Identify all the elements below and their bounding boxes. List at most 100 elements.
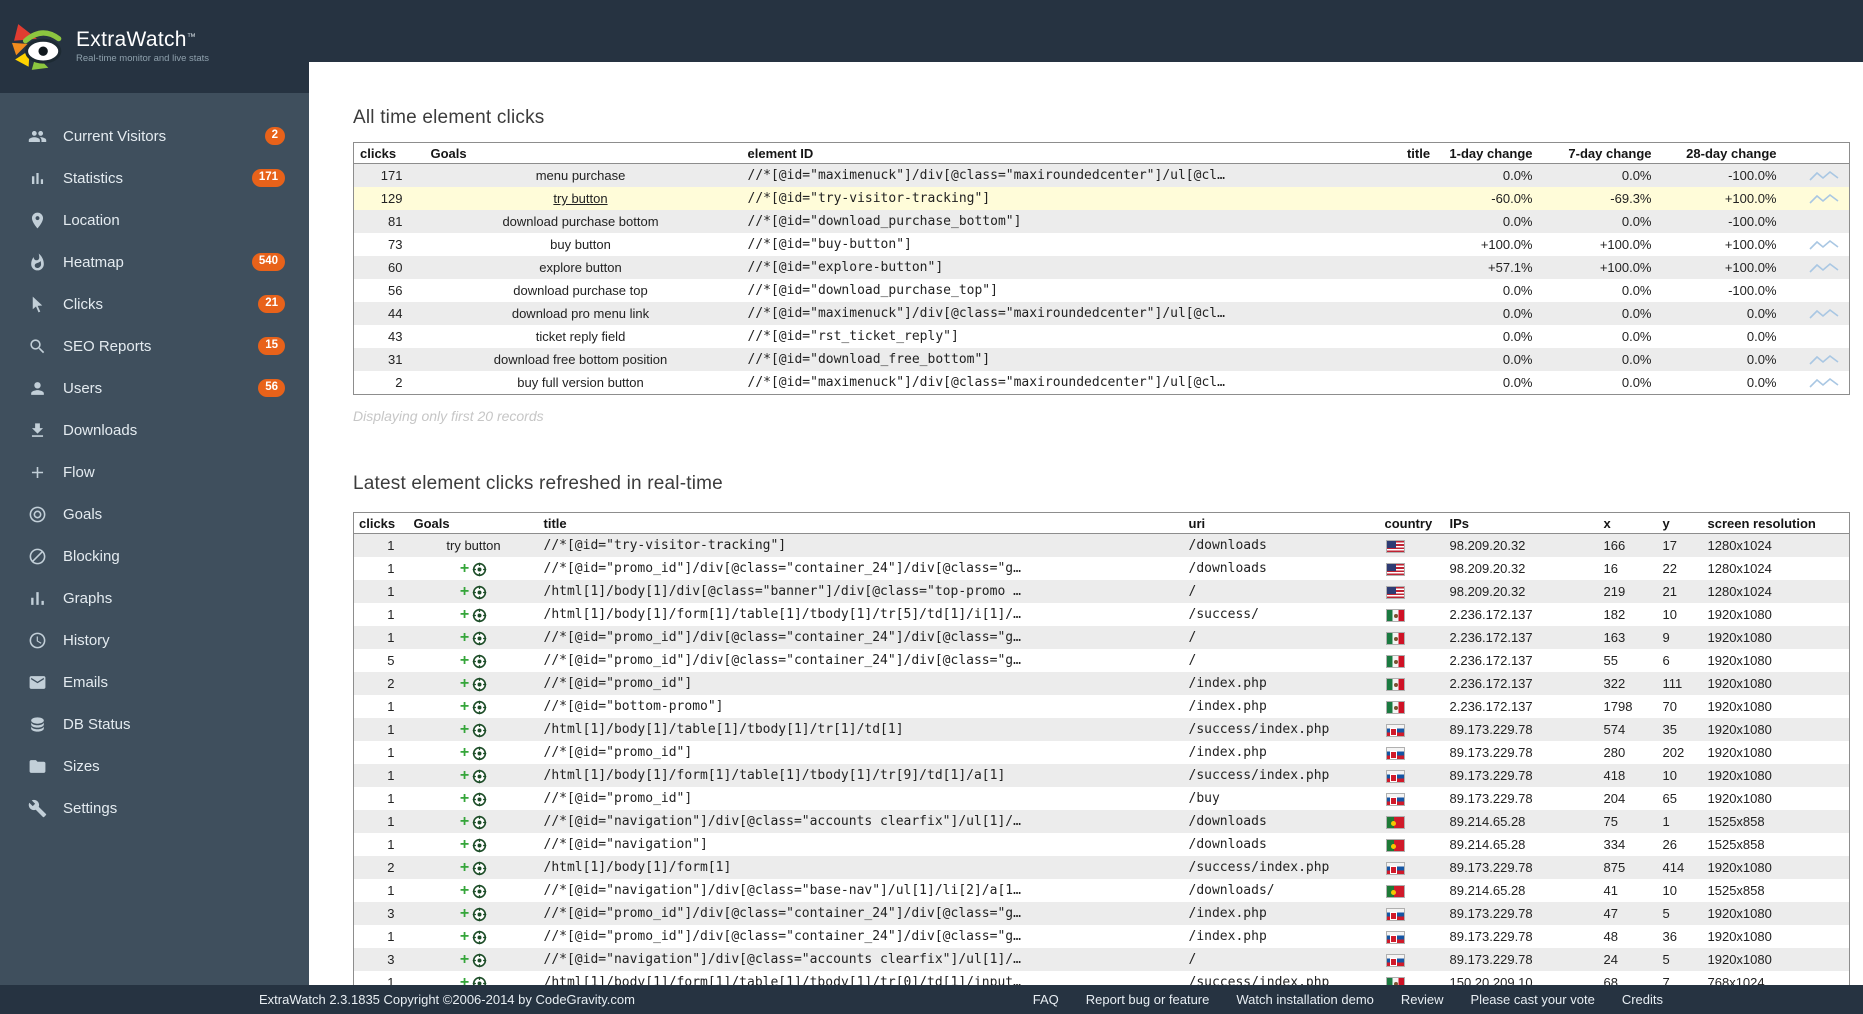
latest-table-row[interactable]: 3 + //*[@id="navigation"]/div[@class="ac… [354,948,1850,971]
goal-cell[interactable]: + [409,603,539,626]
visitor-ip[interactable]: 98.209.20.32 [1445,557,1599,580]
col-header-clicks[interactable]: clicks [354,513,409,534]
page-uri[interactable]: /downloads/ [1184,879,1380,902]
goal-target-icon[interactable] [472,953,487,968]
sparkline-cell[interactable] [1789,187,1850,210]
sidebar-item-history[interactable]: History [0,619,309,661]
sidebar-item-current-visitors[interactable]: Current Visitors 2 [0,115,309,157]
sidebar-item-clicks[interactable]: Clicks 21 [0,283,309,325]
add-goal-plus-icon[interactable]: + [460,859,469,876]
goal-cell[interactable]: + [409,787,539,810]
latest-table-row[interactable]: 1 + //*[@id="promo_id"]/div[@class="cont… [354,925,1850,948]
sidebar-item-location[interactable]: Location [0,199,309,241]
col-header-y[interactable]: y [1658,513,1703,534]
app-logo[interactable]: ExtraWatch™ Real-time monitor and live s… [0,0,309,93]
visitor-ip[interactable]: 98.209.20.32 [1445,580,1599,603]
goal-cell[interactable]: + [409,672,539,695]
goal-target-icon[interactable] [472,700,487,715]
latest-table-row[interactable]: 2 + /html[1]/body[1]/form[1] /success/in… [354,856,1850,879]
add-goal-plus-icon[interactable]: + [460,767,469,784]
goal-target-icon[interactable] [472,930,487,945]
alltime-table-row[interactable]: 129 try button //*[@id="try-visitor-trac… [354,187,1850,210]
goal-cell[interactable]: + [409,879,539,902]
goal-cell[interactable]: + [409,948,539,971]
page-uri[interactable]: / [1184,626,1380,649]
add-goal-plus-icon[interactable]: + [460,951,469,968]
sparkline-cell[interactable] [1789,371,1850,395]
latest-table-row[interactable]: 1 + //*[@id="navigation"] /downloads 89.… [354,833,1850,856]
goal-cell[interactable]: + [409,856,539,879]
latest-table-row[interactable]: 3 + //*[@id="promo_id"]/div[@class="cont… [354,902,1850,925]
visitor-ip[interactable]: 89.173.229.78 [1445,856,1599,879]
page-uri[interactable]: /downloads [1184,810,1380,833]
goal-cell[interactable]: + [409,810,539,833]
goal-cell[interactable]: + [409,649,539,672]
sidebar-item-emails[interactable]: Emails [0,661,309,703]
goal-cell[interactable]: + [409,833,539,856]
add-goal-plus-icon[interactable]: + [460,813,469,830]
footer-link-review[interactable]: Review [1401,992,1444,1007]
alltime-table-row[interactable]: 73 buy button //*[@id="buy-button"] +100… [354,233,1850,256]
page-uri[interactable]: /downloads [1184,557,1380,580]
sparkline-cell[interactable] [1789,256,1850,279]
sidebar-item-db-status[interactable]: DB Status [0,703,309,745]
sparkline-cell[interactable] [1789,233,1850,256]
page-uri[interactable]: /index.php [1184,902,1380,925]
latest-table-row[interactable]: 1 + //*[@id="promo_id"] /buy 89.173.229.… [354,787,1850,810]
page-uri[interactable]: /index.php [1184,672,1380,695]
goal-target-icon[interactable] [472,861,487,876]
goal-cell[interactable]: + [409,580,539,603]
sparkline-cell[interactable] [1789,164,1850,188]
goal-target-icon[interactable] [472,723,487,738]
sparkline-cell[interactable] [1789,210,1850,233]
goal-target-icon[interactable] [472,907,487,922]
alltime-table-row[interactable]: 31 download free bottom position //*[@id… [354,348,1850,371]
goal-link[interactable]: ticket reply field [419,325,743,348]
visitor-ip[interactable]: 2.236.172.137 [1445,695,1599,718]
visitor-ip[interactable]: 89.173.229.78 [1445,948,1599,971]
add-goal-plus-icon[interactable]: + [460,744,469,761]
visitor-ip[interactable]: 2.236.172.137 [1445,626,1599,649]
alltime-table-row[interactable]: 2 buy full version button //*[@id="maxim… [354,371,1850,395]
latest-table-row[interactable]: 5 + //*[@id="promo_id"]/div[@class="cont… [354,649,1850,672]
add-goal-plus-icon[interactable]: + [460,583,469,600]
col-header-ips[interactable]: IPs [1445,513,1599,534]
col-header-element-id[interactable]: element ID [743,143,1394,164]
sidebar-item-sizes[interactable]: Sizes [0,745,309,787]
latest-table-row[interactable]: 1 + /html[1]/body[1]/table[1]/tbody[1]/t… [354,718,1850,741]
goal-link[interactable]: explore button [419,256,743,279]
visitor-ip[interactable]: 89.173.229.78 [1445,925,1599,948]
visitor-ip[interactable]: 2.236.172.137 [1445,672,1599,695]
visitor-ip[interactable]: 98.209.20.32 [1445,534,1599,558]
sidebar-item-graphs[interactable]: Graphs [0,577,309,619]
visitor-ip[interactable]: 89.214.65.28 [1445,810,1599,833]
col-header-7day-change[interactable]: 7-day change [1545,143,1664,164]
latest-table-row[interactable]: 1 + /html[1]/body[1]/form[1]/table[1]/tb… [354,603,1850,626]
sparkline-icon[interactable] [1809,377,1839,390]
sidebar-item-seo-reports[interactable]: SEO Reports 15 [0,325,309,367]
sidebar-item-goals[interactable]: Goals [0,493,309,535]
goal-cell[interactable]: + [409,718,539,741]
page-uri[interactable]: /success/index.php [1184,856,1380,879]
page-uri[interactable]: /index.php [1184,925,1380,948]
goal-target-icon[interactable] [472,769,487,784]
add-goal-plus-icon[interactable]: + [460,905,469,922]
sparkline-icon[interactable] [1809,193,1839,206]
add-goal-plus-icon[interactable]: + [460,790,469,807]
page-uri[interactable]: / [1184,580,1380,603]
page-uri[interactable]: /success/ [1184,603,1380,626]
goal-target-icon[interactable] [472,746,487,761]
sparkline-icon[interactable] [1809,170,1839,183]
alltime-table-row[interactable]: 171 menu purchase //*[@id="maximenuck"]/… [354,164,1850,188]
sparkline-cell[interactable] [1789,302,1850,325]
add-goal-plus-icon[interactable]: + [460,928,469,945]
latest-table-row[interactable]: 1 + //*[@id="promo_id"]/div[@class="cont… [354,626,1850,649]
sidebar-item-users[interactable]: Users 56 [0,367,309,409]
add-goal-plus-icon[interactable]: + [460,652,469,669]
goal-link[interactable]: buy full version button [419,371,743,395]
visitor-ip[interactable]: 89.173.229.78 [1445,764,1599,787]
latest-table-row[interactable]: 1 + //*[@id="navigation"]/div[@class="ba… [354,879,1850,902]
page-uri[interactable]: /success/index.php [1184,718,1380,741]
sidebar-item-blocking[interactable]: Blocking [0,535,309,577]
col-header-uri[interactable]: uri [1184,513,1380,534]
